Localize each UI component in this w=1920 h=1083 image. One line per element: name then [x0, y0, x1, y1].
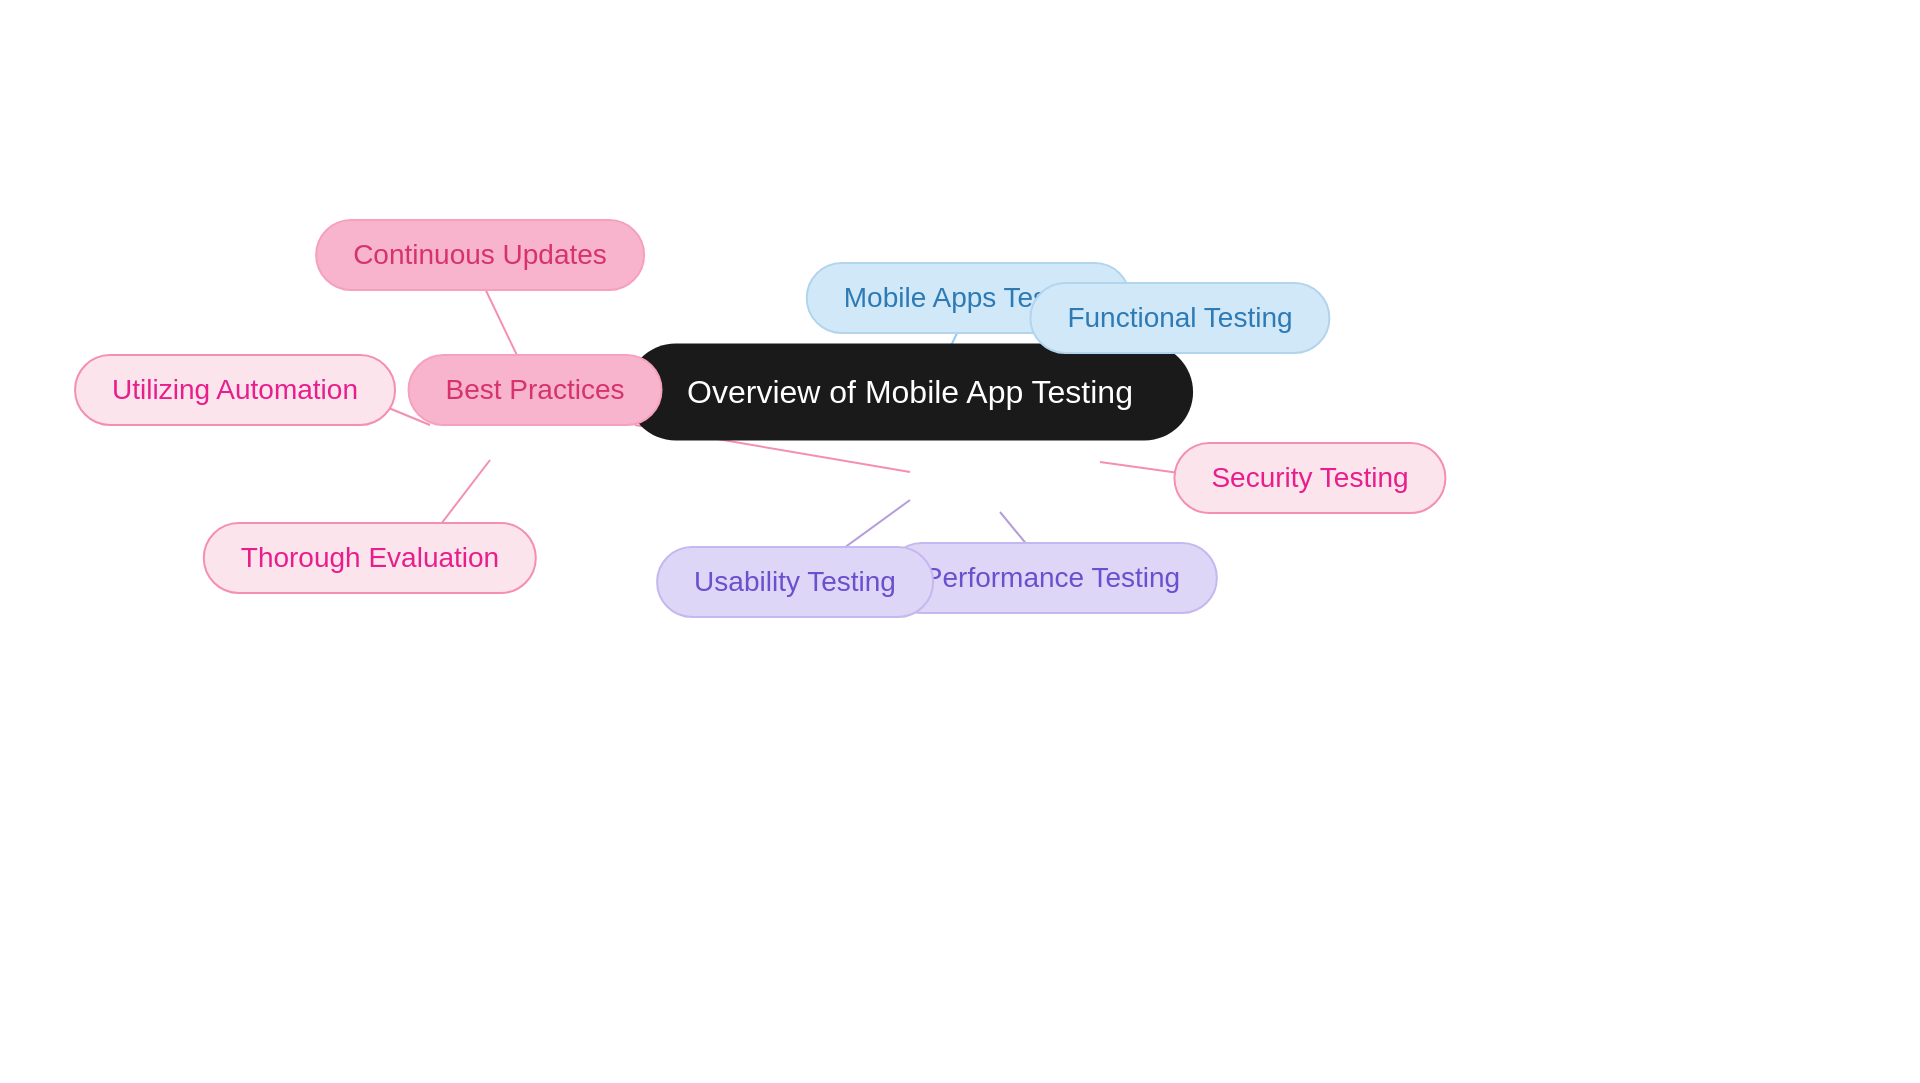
continuous-updates-node: Continuous Updates [315, 219, 645, 291]
thorough-evaluation-node: Thorough Evaluation [203, 522, 537, 594]
utilizing-automation-node: Utilizing Automation [74, 354, 396, 426]
best-practices-node: Best Practices [408, 354, 663, 426]
center-node: Overview of Mobile App Testing [627, 344, 1193, 441]
usability-testing-node: Usability Testing [656, 546, 934, 618]
performance-testing-node: Performance Testing [886, 542, 1218, 614]
functional-testing-node: Functional Testing [1029, 282, 1330, 354]
security-testing-node: Security Testing [1173, 442, 1446, 514]
